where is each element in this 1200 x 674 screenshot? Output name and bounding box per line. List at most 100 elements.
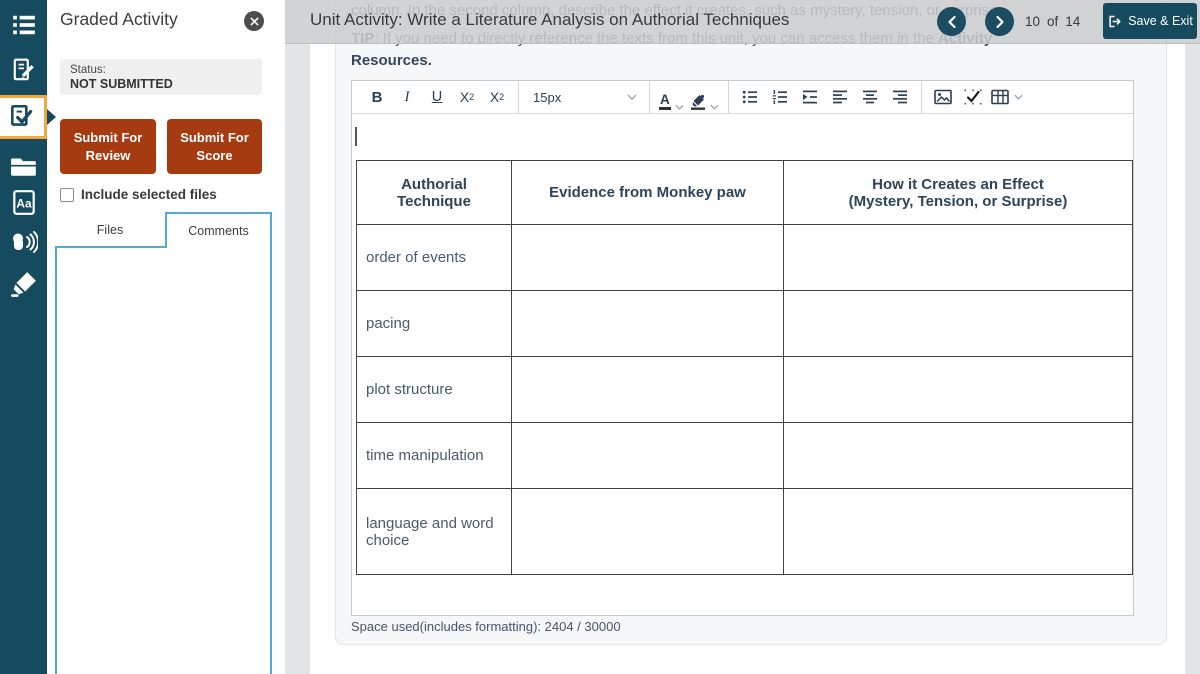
align-center-icon	[862, 90, 877, 104]
table-row: plot structure	[356, 356, 1133, 423]
activity-title: Unit Activity: Write a Literature Analys…	[310, 10, 790, 29]
right-scrollbar-track[interactable]	[1185, 44, 1200, 674]
status-value: NOT SUBMITTED	[70, 77, 173, 91]
equation-editor-button[interactable]	[961, 84, 985, 110]
tab-files[interactable]: Files	[55, 213, 165, 248]
sidebar-item-highlighter[interactable]	[0, 264, 47, 304]
active-panel-arrow	[47, 109, 56, 125]
text-color-button[interactable]: A	[659, 84, 684, 110]
sidebar-item-text-to-speech[interactable]	[0, 223, 47, 263]
header-evidence[interactable]: Evidence from Monkey paw	[511, 160, 784, 225]
evidence-cell-empty[interactable]	[511, 422, 784, 489]
chevron-down-icon	[675, 104, 684, 110]
effect-cell-empty[interactable]	[783, 224, 1133, 291]
subscript-button[interactable]: X2	[485, 84, 509, 110]
page-total: 14	[1065, 14, 1081, 29]
resources-text: Resources.	[351, 52, 432, 69]
close-icon	[249, 16, 259, 26]
underline-button[interactable]: U	[425, 84, 449, 110]
submit-for-review-button[interactable]: Submit For Review	[60, 119, 156, 174]
activity-header-bar: Unit Activity: Write a Literature Analys…	[285, 0, 1200, 44]
left-scrollbar-track[interactable]	[285, 44, 310, 674]
table-row: pacing	[356, 290, 1133, 357]
effect-cell-empty[interactable]	[783, 356, 1133, 423]
sidebar-item-graded-activity-active[interactable]	[0, 95, 47, 139]
align-center-button[interactable]	[858, 84, 882, 110]
next-page-button[interactable]	[985, 7, 1014, 36]
authorial-techniques-table: Authorial Technique Evidence from Monkey …	[356, 160, 1133, 575]
chevron-down-icon	[710, 104, 719, 110]
folder-icon	[10, 158, 36, 176]
toolbar-divider	[920, 80, 922, 114]
evidence-cell-empty[interactable]	[511, 290, 784, 357]
sidebar-item-dictionary[interactable]: Aa	[0, 183, 47, 223]
effect-cell-empty[interactable]	[783, 488, 1133, 575]
technique-cell[interactable]: order of events	[356, 224, 512, 291]
table-icon	[990, 89, 1009, 105]
editor-toolbar: B I U X2 X2 15px A	[352, 80, 1133, 114]
status-box: Status: NOT SUBMITTED	[60, 59, 262, 95]
bullet-list-icon	[742, 90, 757, 104]
italic-button[interactable]: I	[395, 84, 419, 110]
align-right-button[interactable]	[888, 84, 912, 110]
effect-cell-empty[interactable]	[783, 290, 1133, 357]
svg-text:Aa: Aa	[16, 196, 32, 210]
superscript-button[interactable]: X2	[455, 84, 479, 110]
page-current: 10	[1025, 14, 1041, 29]
chevron-left-icon	[947, 15, 956, 28]
include-files-label: Include selected files	[81, 187, 217, 202]
app-root: column. In the second column, describe t…	[0, 0, 1200, 674]
toc-icon	[12, 15, 35, 35]
toolbar-divider	[649, 80, 650, 114]
numbered-list-icon	[772, 90, 787, 104]
exit-icon	[1109, 15, 1121, 27]
equation-check-icon	[964, 89, 982, 105]
bold-button[interactable]: B	[365, 84, 389, 110]
close-panel-button[interactable]	[244, 11, 264, 31]
technique-cell[interactable]: pacing	[356, 290, 512, 357]
indent-icon	[802, 90, 817, 104]
graded-activity-panel: Graded Activity Status: NOT SUBMITTED Su…	[47, 0, 285, 674]
header-authorial-technique[interactable]: Authorial Technique	[356, 160, 512, 225]
evidence-cell-empty[interactable]	[511, 488, 784, 575]
header-effect[interactable]: How it Creates an Effect (Mystery, Tensio…	[783, 160, 1133, 225]
editor-content-area[interactable]: Authorial Technique Evidence from Monkey …	[352, 115, 1133, 615]
toolbar-divider	[727, 80, 729, 114]
align-right-icon	[892, 90, 907, 104]
activity-document-card: column. In the second column, describe t…	[335, 0, 1167, 645]
dictionary-icon: Aa	[12, 190, 35, 215]
space-used-counter: Space used(includes formatting): 2404 / …	[351, 619, 621, 634]
include-files-checkbox[interactable]	[60, 187, 74, 202]
insert-image-button[interactable]	[931, 84, 955, 110]
text-caret	[355, 127, 357, 146]
font-size-select[interactable]: 15px	[525, 84, 643, 110]
tab-comments[interactable]: Comments	[165, 212, 272, 248]
include-files-row: Include selected files	[60, 187, 217, 202]
status-label: Status:	[70, 64, 106, 76]
numbered-list-button[interactable]	[768, 84, 792, 110]
previous-page-button[interactable]	[937, 7, 966, 36]
table-header-row: Authorial Technique Evidence from Monkey …	[356, 160, 1133, 225]
evidence-cell-empty[interactable]	[511, 224, 784, 291]
align-left-icon	[832, 90, 847, 104]
panel-title: Graded Activity	[60, 9, 178, 29]
font-size-value: 15px	[533, 89, 562, 105]
insert-table-button[interactable]	[990, 84, 1023, 110]
submit-for-score-button[interactable]: Submit For Score	[167, 119, 262, 174]
highlight-color-button[interactable]	[690, 84, 719, 110]
align-left-button[interactable]	[828, 84, 852, 110]
indent-button[interactable]	[798, 84, 822, 110]
technique-cell[interactable]: time manipulation	[356, 422, 512, 489]
evidence-cell-empty[interactable]	[511, 356, 784, 423]
comments-content-pane	[55, 248, 272, 674]
effect-cell-empty[interactable]	[783, 422, 1133, 489]
technique-cell[interactable]: language and word choice	[356, 488, 512, 575]
rich-text-editor: B I U X2 X2 15px A Authorial Technique E…	[351, 80, 1134, 616]
table-row: order of events	[356, 224, 1133, 291]
sidebar-item-toc[interactable]	[0, 5, 47, 45]
bullet-list-button[interactable]	[738, 84, 762, 110]
sidebar-item-assignment[interactable]	[0, 50, 47, 90]
save-and-exit-button[interactable]: Save & Exit	[1103, 3, 1197, 39]
sidebar-item-files[interactable]	[0, 146, 47, 186]
technique-cell[interactable]: plot structure	[356, 356, 512, 423]
